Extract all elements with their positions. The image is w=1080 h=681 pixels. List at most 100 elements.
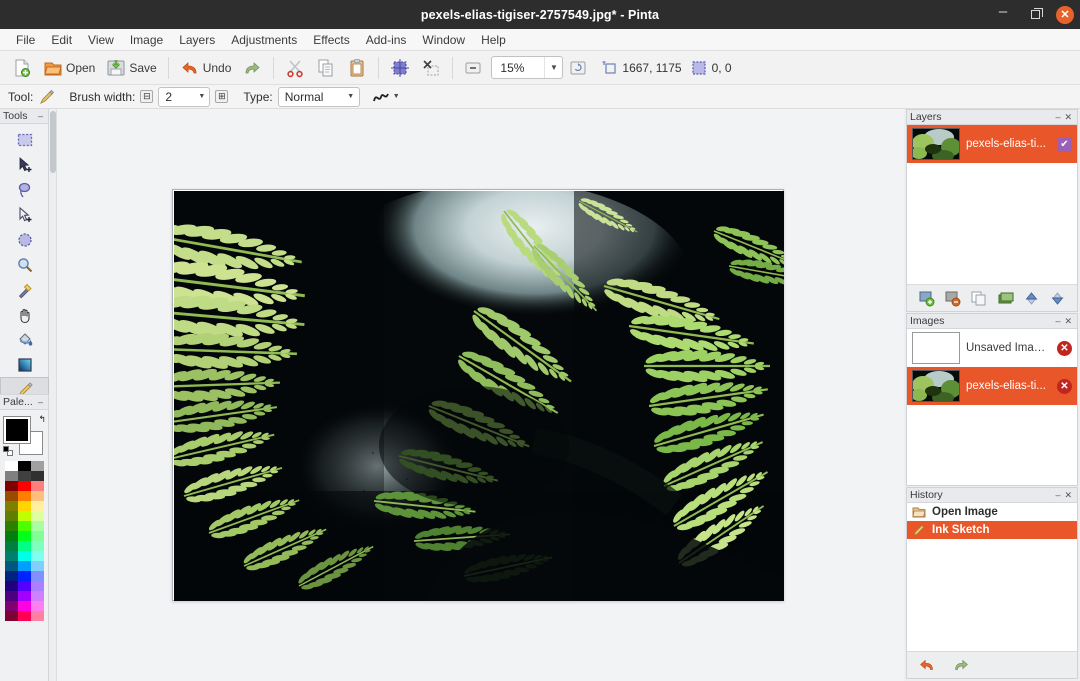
palette-swatch[interactable] [17, 471, 31, 481]
menu-effects[interactable]: Effects [305, 31, 357, 49]
palette-swatch[interactable] [30, 471, 44, 481]
layer-row[interactable]: pexels-elias-ti... ✔ [907, 125, 1077, 163]
palette-swatch[interactable] [30, 461, 44, 471]
delete-layer-button[interactable] [942, 288, 962, 308]
zoom-out-button[interactable] [459, 54, 487, 82]
layers-list[interactable]: pexels-elias-ti... ✔ [907, 125, 1077, 284]
redo-button[interactable] [237, 54, 267, 82]
history-row[interactable]: Ink Sketch [907, 521, 1077, 539]
cut-button[interactable] [280, 54, 310, 82]
menu-image[interactable]: Image [122, 31, 171, 49]
merge-layer-down-button[interactable] [995, 288, 1015, 308]
palette-swatch[interactable] [4, 491, 18, 501]
reset-colors-button[interactable] [3, 446, 14, 457]
palette-swatch[interactable] [17, 591, 31, 601]
menu-window[interactable]: Window [414, 31, 473, 49]
minimize-button[interactable]: – [992, 3, 1014, 26]
palette-swatch[interactable] [4, 481, 18, 491]
tool-rectangle-select[interactable] [0, 127, 49, 152]
tool-move-selection[interactable] [0, 202, 49, 227]
duplicate-layer-button[interactable] [969, 288, 989, 308]
palette-swatch[interactable] [17, 571, 31, 581]
tool-pan[interactable] [0, 302, 49, 327]
palette-swatch[interactable] [17, 521, 31, 531]
palette-swatch[interactable] [4, 531, 18, 541]
new-image-button[interactable] [7, 54, 37, 82]
palette-swatch[interactable] [17, 531, 31, 541]
move-layer-down-button[interactable] [1048, 288, 1068, 308]
tool-lasso-select[interactable] [0, 177, 49, 202]
image-canvas[interactable] [172, 189, 784, 601]
palette-swatch[interactable] [17, 581, 31, 591]
zoom-level-combobox[interactable]: 15% ▼ [491, 56, 564, 79]
brush-width-increase-button[interactable]: ⊞ [215, 90, 229, 103]
images-panel-close-button[interactable]: ✕ [1062, 316, 1074, 327]
palette-swatch[interactable] [4, 571, 18, 581]
layers-panel-close-button[interactable]: ✕ [1062, 112, 1074, 123]
layer-visibility-checkbox[interactable]: ✔ [1057, 136, 1072, 152]
image-row[interactable]: Unsaved Image 1 ✕ [907, 329, 1077, 367]
palette-swatch[interactable] [17, 611, 31, 621]
deselect-all-button[interactable] [416, 54, 446, 82]
palette-swatch[interactable] [30, 601, 44, 611]
palette-swatch[interactable] [30, 511, 44, 521]
primary-color-swatch[interactable] [3, 416, 31, 444]
maximize-button[interactable] [1024, 4, 1046, 26]
palette-swatch[interactable] [17, 551, 31, 561]
blend-mode-select[interactable]: Normal ▼ [277, 86, 360, 107]
palette-swatch[interactable] [30, 491, 44, 501]
palette-swatch[interactable] [4, 541, 18, 551]
history-panel-close-button[interactable]: ✕ [1062, 490, 1074, 501]
palette-dock-minimize-button[interactable]: – [36, 397, 45, 407]
canvas-vertical-scrollbar[interactable] [49, 109, 57, 681]
undo-button[interactable]: Undo [175, 54, 237, 82]
chevron-down-icon[interactable]: ▼ [343, 93, 359, 100]
palette-swatch[interactable] [30, 531, 44, 541]
palette-swatch[interactable] [4, 551, 18, 561]
paste-button[interactable] [342, 54, 372, 82]
history-undo-button[interactable] [917, 655, 937, 675]
chevron-down-icon[interactable]: ▼ [393, 93, 400, 100]
history-list[interactable]: Open Image Ink Sketch [907, 503, 1077, 651]
palette-swatch[interactable] [17, 491, 31, 501]
palette-swatch[interactable] [30, 501, 44, 511]
images-panel-minimize-button[interactable]: – [1053, 316, 1062, 326]
palette-swatch[interactable] [30, 551, 44, 561]
palette-swatch[interactable] [30, 521, 44, 531]
images-list[interactable]: Unsaved Image 1 ✕ pexels-elias-ti... ✕ [907, 329, 1077, 485]
palette-swatch[interactable] [17, 461, 31, 471]
tool-paint-bucket[interactable] [0, 327, 49, 352]
canvas-area[interactable] [49, 109, 904, 681]
tool-move-selected[interactable] [0, 152, 49, 177]
palette-swatch[interactable] [17, 511, 31, 521]
palette-swatch[interactable] [4, 561, 18, 571]
history-row[interactable]: Open Image [907, 503, 1077, 521]
tool-zoom[interactable] [0, 252, 49, 277]
close-button[interactable]: ✕ [1056, 5, 1074, 24]
tool-ellipse-select[interactable] [0, 227, 49, 252]
palette-swatch[interactable] [4, 511, 18, 521]
palette-swatch[interactable] [4, 581, 18, 591]
add-layer-button[interactable] [916, 288, 936, 308]
palette-swatch[interactable] [4, 601, 18, 611]
palette-swatch[interactable] [17, 601, 31, 611]
palette-swatch[interactable] [4, 501, 18, 511]
menu-adjustments[interactable]: Adjustments [223, 31, 305, 49]
brush-smoothing-button[interactable]: ▼ [372, 90, 400, 104]
palette-swatch[interactable] [4, 591, 18, 601]
palette-swatch[interactable] [4, 471, 18, 481]
menu-layers[interactable]: Layers [171, 31, 223, 49]
swap-colors-icon[interactable]: ↰ [38, 414, 46, 425]
palette-swatch[interactable] [4, 521, 18, 531]
zoom-to-window-button[interactable] [564, 54, 592, 82]
tool-magic-wand[interactable] [0, 277, 49, 302]
move-layer-up-button[interactable] [1021, 288, 1041, 308]
menu-edit[interactable]: Edit [43, 31, 80, 49]
palette-swatch[interactable] [4, 461, 18, 471]
copy-button[interactable] [311, 54, 341, 82]
crop-to-selection-button[interactable] [385, 54, 415, 82]
palette-swatch[interactable] [30, 481, 44, 491]
palette-swatch[interactable] [17, 481, 31, 491]
history-panel-minimize-button[interactable]: – [1053, 490, 1062, 500]
palette-swatch[interactable] [17, 501, 31, 511]
